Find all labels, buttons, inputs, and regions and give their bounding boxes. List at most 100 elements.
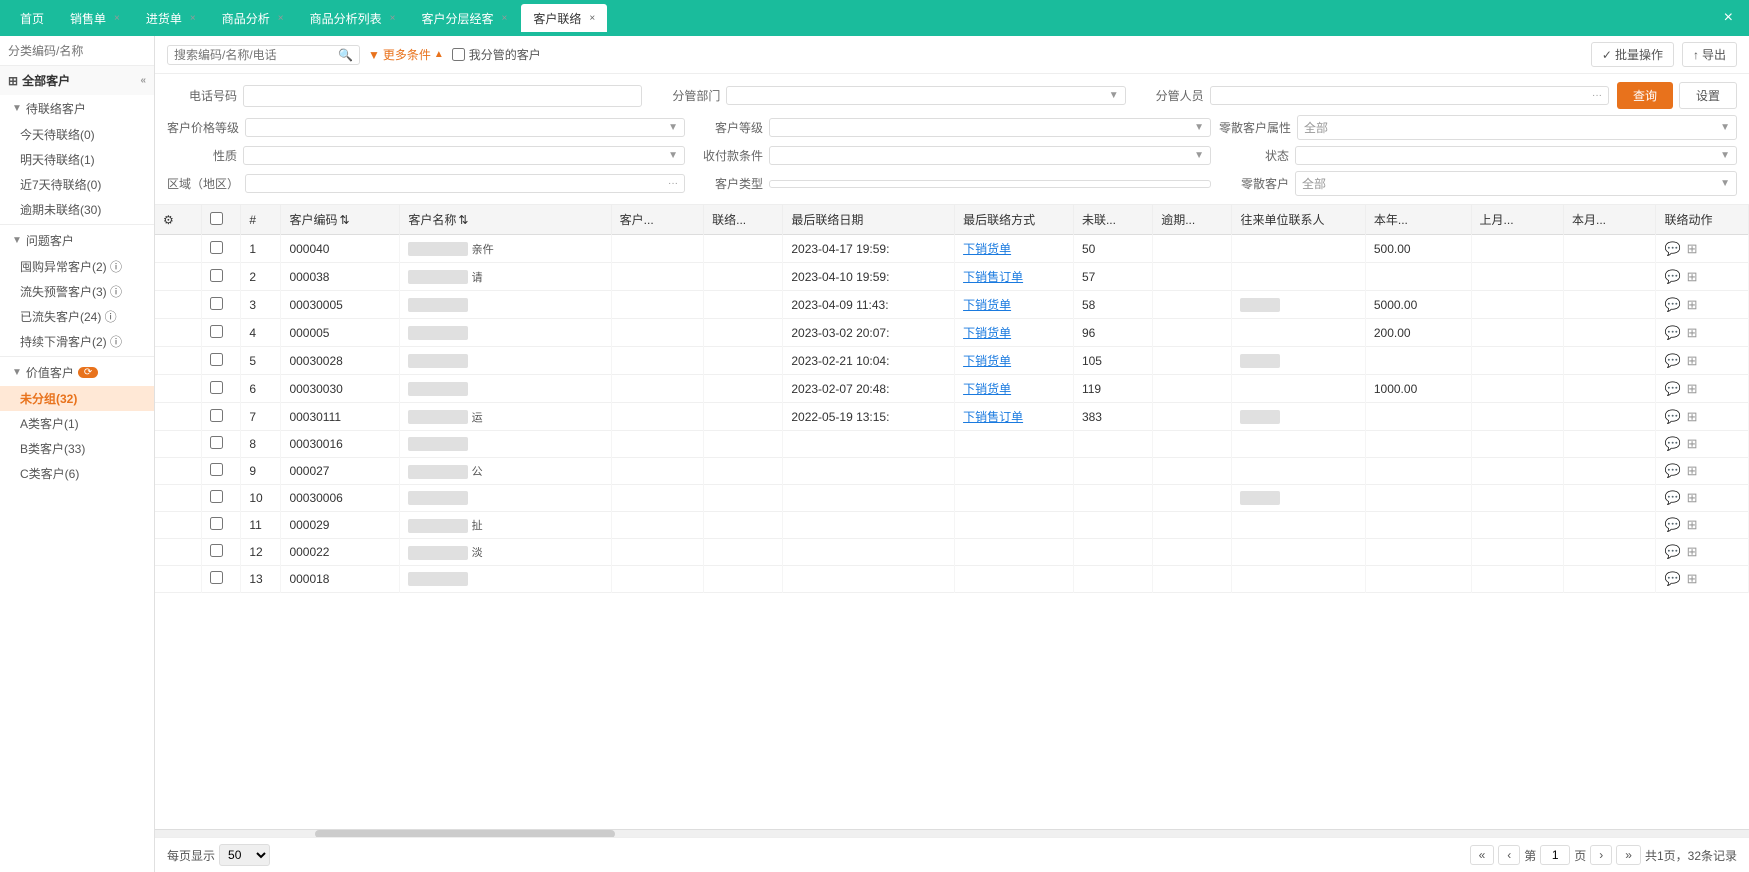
chat-icon[interactable]: 💬	[1664, 544, 1680, 560]
row-checkbox[interactable]	[210, 490, 223, 503]
next-page-btn[interactable]: ›	[1590, 845, 1612, 865]
last-method-link[interactable]: 下销货单	[963, 298, 1011, 312]
sidebar-group-pending[interactable]: ▼ 待联络客户	[0, 95, 154, 122]
row-checkbox[interactable]	[210, 353, 223, 366]
chat-icon[interactable]: 💬	[1664, 436, 1680, 452]
chat-icon[interactable]: 💬	[1664, 517, 1680, 533]
filter-phone-input[interactable]	[243, 85, 642, 107]
filter-manager-select[interactable]: ···	[1210, 86, 1609, 105]
sidebar-item-c-class[interactable]: C类客户(6)	[0, 461, 154, 486]
nav-tab-customer-segment[interactable]: 客户分层经客 ×	[409, 4, 519, 32]
last-method-link[interactable]: 下销货单	[963, 354, 1011, 368]
chat-icon[interactable]: 💬	[1664, 571, 1680, 587]
horizontal-scrollbar[interactable]	[155, 829, 1749, 837]
sidebar-item-b-class[interactable]: B类客户(33)	[0, 436, 154, 461]
filter-price-level-select[interactable]: ▼	[245, 118, 685, 137]
grid-action-icon[interactable]: ⊞	[1687, 325, 1698, 341]
last-method-link[interactable]: 下销货单	[963, 242, 1011, 256]
row-checkbox[interactable]	[210, 381, 223, 394]
page-number-input[interactable]	[1540, 845, 1570, 865]
sidebar-item-churned[interactable]: 已流失客户(24) ⓘ	[0, 304, 154, 329]
grid-action-icon[interactable]: ⊞	[1687, 353, 1698, 369]
filter-cust-level-select[interactable]: ▼	[769, 118, 1211, 137]
filter-search-icon[interactable]: 🔍	[338, 48, 353, 62]
grid-action-icon[interactable]: ⊞	[1687, 381, 1698, 397]
close-segment-icon[interactable]: ×	[501, 13, 507, 24]
chat-icon[interactable]: 💬	[1664, 297, 1680, 313]
sidebar-collapse-icon[interactable]: «	[140, 75, 146, 86]
sidebar-search-input[interactable]	[8, 44, 155, 58]
grid-action-icon[interactable]: ⊞	[1687, 436, 1698, 452]
close-sales-icon[interactable]: ×	[114, 13, 120, 24]
sidebar-item-a-class[interactable]: A类客户(1)	[0, 411, 154, 436]
select-all-checkbox[interactable]	[210, 212, 223, 225]
last-page-btn[interactable]: »	[1616, 845, 1641, 865]
sidebar-item-declining[interactable]: 持续下滑客户(2) ⓘ	[0, 329, 154, 354]
row-checkbox[interactable]	[210, 297, 223, 310]
close-purchase-icon[interactable]: ×	[190, 13, 196, 24]
last-method-link[interactable]: 下销货单	[963, 326, 1011, 340]
grid-action-icon[interactable]: ⊞	[1687, 409, 1698, 425]
my-customers-checkbox[interactable]: 我分管的客户	[452, 46, 541, 63]
row-checkbox[interactable]	[210, 409, 223, 422]
close-contact-icon[interactable]: ×	[589, 13, 595, 24]
grid-action-icon[interactable]: ⊞	[1687, 241, 1698, 257]
sidebar-item-abnormal[interactable]: 囤购异常客户(2) ⓘ	[0, 254, 154, 279]
sidebar-item-ungroup[interactable]: 未分组(32)	[0, 386, 154, 411]
chat-icon[interactable]: 💬	[1664, 269, 1680, 285]
row-checkbox[interactable]	[210, 463, 223, 476]
sidebar-item-today[interactable]: 今天待联络(0)	[0, 122, 154, 147]
filter-scattered-select[interactable]: 全部 ▼	[1295, 171, 1737, 196]
grid-action-icon[interactable]: ⊞	[1687, 269, 1698, 285]
grid-action-icon[interactable]: ⊞	[1687, 297, 1698, 313]
chat-icon[interactable]: 💬	[1664, 241, 1680, 257]
filter-scattered-attr-select[interactable]: 全部 ▼	[1297, 115, 1737, 140]
sidebar-item-overdue[interactable]: 逾期未联络(30)	[0, 197, 154, 222]
nav-home-tab[interactable]: 首页	[8, 4, 56, 32]
chat-icon[interactable]: 💬	[1664, 409, 1680, 425]
nav-tab-purchase[interactable]: 进货单 ×	[134, 4, 208, 32]
nav-tab-customer-contact[interactable]: 客户联络 ×	[521, 4, 607, 32]
first-page-btn[interactable]: «	[1470, 845, 1495, 865]
sidebar-group-value[interactable]: ▼ 价值客户 ⟳	[0, 359, 154, 386]
my-customers-check-input[interactable]	[452, 48, 465, 61]
sidebar-item-7days[interactable]: 近7天待联络(0)	[0, 172, 154, 197]
batch-op-button[interactable]: ✓ 批量操作	[1591, 42, 1674, 67]
export-button[interactable]: ↑ 导出	[1682, 42, 1737, 67]
grid-action-icon[interactable]: ⊞	[1687, 571, 1698, 587]
chat-icon[interactable]: 💬	[1664, 353, 1680, 369]
reset-button[interactable]: 设置	[1679, 82, 1737, 109]
close-analysis-icon[interactable]: ×	[278, 13, 284, 24]
sidebar-item-tomorrow[interactable]: 明天待联络(1)	[0, 147, 154, 172]
sidebar-item-churn-warning[interactable]: 流失预警客户(3) ⓘ	[0, 279, 154, 304]
settings-icon[interactable]: ⚙	[163, 213, 174, 227]
row-checkbox[interactable]	[210, 436, 223, 449]
row-checkbox[interactable]	[210, 325, 223, 338]
last-method-link[interactable]: 下销售订单	[963, 410, 1023, 424]
filter-dept-select[interactable]: ▼	[726, 86, 1125, 105]
last-method-link[interactable]: 下销售订单	[963, 270, 1023, 284]
filter-status-select[interactable]: ▼	[1295, 146, 1737, 165]
chat-icon[interactable]: 💬	[1664, 381, 1680, 397]
row-checkbox[interactable]	[210, 269, 223, 282]
last-method-link[interactable]: 下销货单	[963, 382, 1011, 396]
sidebar-group-problem[interactable]: ▼ 问题客户	[0, 227, 154, 254]
grid-action-icon[interactable]: ⊞	[1687, 463, 1698, 479]
row-checkbox[interactable]	[210, 241, 223, 254]
grid-action-icon[interactable]: ⊞	[1687, 517, 1698, 533]
filter-cust-type-select[interactable]	[769, 180, 1211, 188]
page-size-dropdown[interactable]: 50 100 200	[219, 844, 270, 866]
chat-icon[interactable]: 💬	[1664, 490, 1680, 506]
row-checkbox[interactable]	[210, 544, 223, 557]
nav-close-all-icon[interactable]: ×	[1716, 9, 1741, 27]
grid-action-icon[interactable]: ⊞	[1687, 544, 1698, 560]
query-button[interactable]: 查询	[1617, 82, 1673, 109]
filter-region-select[interactable]: ···	[245, 174, 685, 193]
sidebar-all-customers[interactable]: ⊞ 全部客户 «	[0, 66, 154, 95]
nav-tab-analysis[interactable]: 商品分析 ×	[210, 4, 296, 32]
prev-page-btn[interactable]: ‹	[1498, 845, 1520, 865]
chat-icon[interactable]: 💬	[1664, 325, 1680, 341]
nav-tab-analysis-list[interactable]: 商品分析列表 ×	[298, 4, 408, 32]
nav-tab-sales[interactable]: 销售单 ×	[58, 4, 132, 32]
row-checkbox[interactable]	[210, 571, 223, 584]
